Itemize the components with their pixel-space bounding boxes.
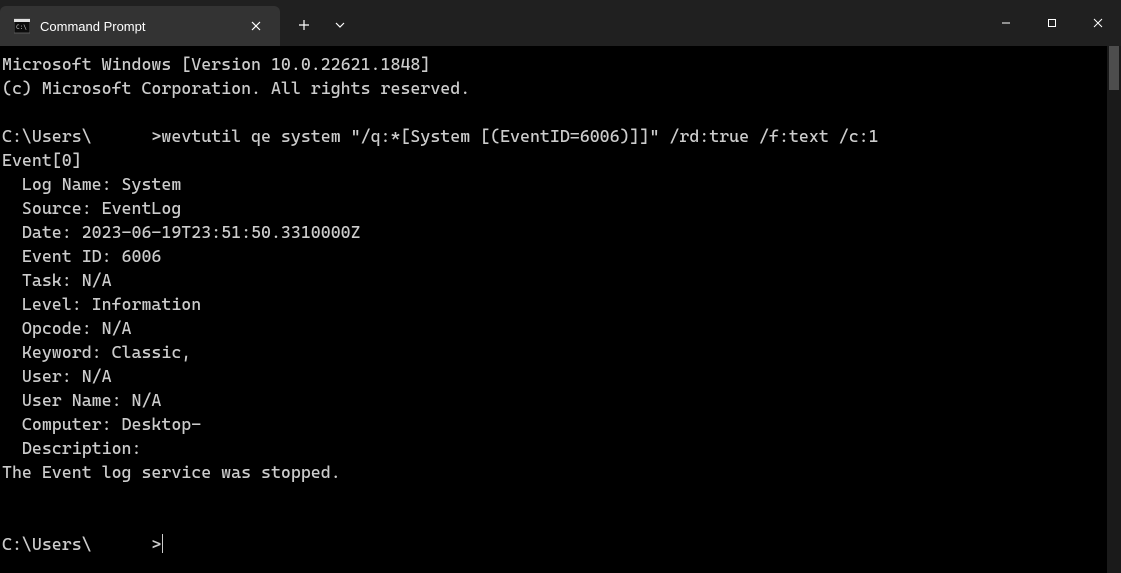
titlebar-drag-region[interactable] — [358, 0, 983, 46]
prompt-prefix-2: C:\Users\ — [2, 532, 92, 556]
new-tab-button[interactable] — [286, 5, 322, 45]
event-computer: Computer: Desktop- — [2, 412, 1105, 436]
command-line: C:\Users\ >wevtutil qe system "/q:*[Syste… — [2, 124, 1105, 148]
prompt-prefix: C:\Users\ — [2, 124, 92, 148]
text-cursor — [162, 534, 163, 553]
computer-prefix: Computer: Desktop- — [22, 412, 201, 436]
event-source: Source: EventLog — [2, 196, 1105, 220]
maximize-button[interactable] — [1029, 0, 1075, 46]
scrollbar-thumb[interactable] — [1109, 46, 1119, 90]
tab-close-button[interactable] — [246, 16, 266, 36]
command-text: wevtutil qe system "/q:*[System [(EventI… — [161, 124, 878, 148]
event-date: Date: 2023-06-19T23:51:50.3310000Z — [2, 220, 1105, 244]
prompt-suffix-2: > — [151, 532, 161, 556]
os-version-line: Microsoft Windows [Version 10.0.22621.18… — [2, 52, 1105, 76]
svg-text:C:\: C:\ — [16, 24, 27, 31]
minimize-button[interactable] — [983, 0, 1029, 46]
event-description-text: The Event log service was stopped. — [2, 460, 1105, 484]
window-titlebar: C:\ Command Prompt — [0, 0, 1121, 46]
event-id: Event ID: 6006 — [2, 244, 1105, 268]
redacted-computer — [201, 413, 291, 431]
event-log-name: Log Name: System — [2, 172, 1105, 196]
window-close-button[interactable] — [1075, 0, 1121, 46]
redacted-username — [92, 125, 152, 143]
event-opcode: Opcode: N/A — [2, 316, 1105, 340]
event-keyword: Keyword: Classic, — [2, 340, 1105, 364]
redacted-username-2 — [92, 533, 152, 551]
cmd-icon: C:\ — [14, 18, 30, 34]
tab-title-label: Command Prompt — [40, 19, 236, 34]
vertical-scrollbar[interactable] — [1107, 46, 1121, 573]
terminal-output[interactable]: Microsoft Windows [Version 10.0.22621.18… — [0, 46, 1107, 573]
current-prompt: C:\Users\ > — [2, 532, 1105, 556]
blank-line-3 — [2, 508, 1105, 532]
terminal-tab[interactable]: C:\ Command Prompt — [0, 6, 280, 46]
blank-line-2 — [2, 484, 1105, 508]
window-controls — [983, 0, 1121, 46]
event-description-label: Description: — [2, 436, 1105, 460]
copyright-line: (c) Microsoft Corporation. All rights re… — [2, 76, 1105, 100]
tab-dropdown-button[interactable] — [322, 5, 358, 45]
prompt-suffix: > — [151, 124, 161, 148]
event-level: Level: Information — [2, 292, 1105, 316]
blank-line — [2, 100, 1105, 124]
event-task: Task: N/A — [2, 268, 1105, 292]
event-user: User: N/A — [2, 364, 1105, 388]
terminal-area: Microsoft Windows [Version 10.0.22621.18… — [0, 46, 1121, 573]
event-header: Event[0] — [2, 148, 1105, 172]
event-username: User Name: N/A — [2, 388, 1105, 412]
